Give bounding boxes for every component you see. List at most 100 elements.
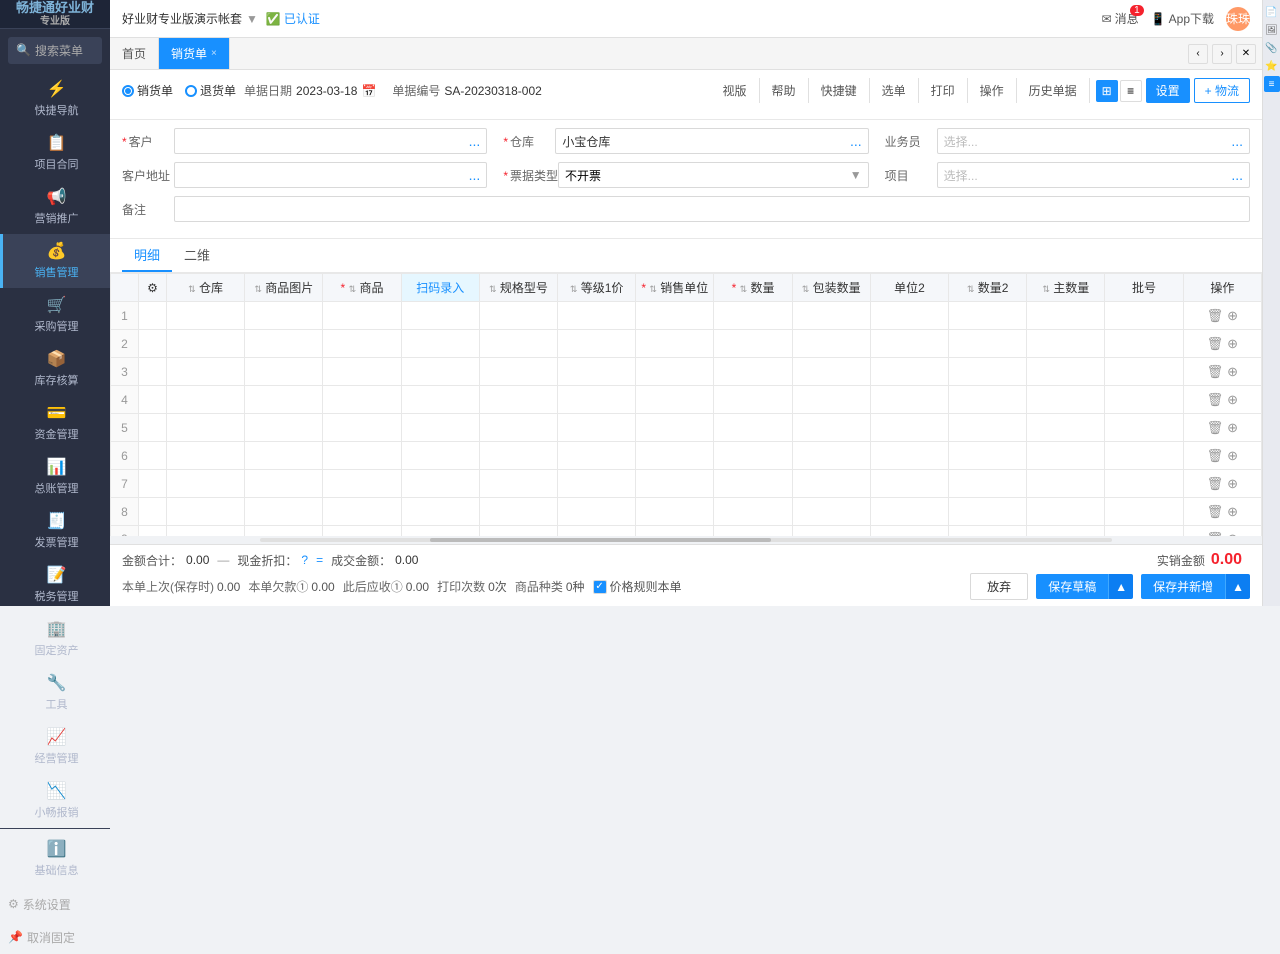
calendar-icon[interactable]: 📅 xyxy=(361,84,376,98)
sidebar-search[interactable]: 🔍 搜索菜单 xyxy=(0,29,110,72)
copy-icon[interactable]: ⊕ xyxy=(1227,476,1238,492)
customer-picker-btn[interactable]: ... xyxy=(469,133,481,149)
view-btn[interactable]: 视版 xyxy=(717,78,753,103)
radio-return-order[interactable]: 退货单 xyxy=(185,82,236,99)
row-actions[interactable]: 🗑⊕ xyxy=(1183,526,1261,537)
app-download-btn[interactable]: 📱 App下载 xyxy=(1151,10,1214,27)
tab-detail[interactable]: 明细 xyxy=(122,239,172,272)
save-new-arrow-btn[interactable]: ▲ xyxy=(1225,574,1250,599)
select-btn[interactable]: 选单 xyxy=(876,78,912,103)
list-view-btn[interactable]: ≡ xyxy=(1120,80,1142,102)
settings-btn[interactable]: 设置 xyxy=(1146,78,1190,103)
sidebar-item-basic-info[interactable]: ℹ️ 基础信息 xyxy=(0,829,110,888)
tab-home[interactable]: 首页 xyxy=(110,38,159,69)
row-actions[interactable]: 🗑⊕ xyxy=(1183,442,1261,470)
grid-view-btn[interactable]: ⊞ xyxy=(1096,80,1118,102)
delete-icon[interactable]: 🗑 xyxy=(1207,308,1224,324)
tab-close-icon[interactable]: × xyxy=(211,48,217,59)
sidebar-item-quick-nav[interactable]: ⚡ 快捷导航 xyxy=(0,72,110,126)
copy-icon[interactable]: ⊕ xyxy=(1227,504,1238,520)
delete-icon[interactable]: 🗑 xyxy=(1207,420,1224,436)
row-actions[interactable]: 🗑⊕ xyxy=(1183,470,1261,498)
save-new-btn[interactable]: 保存并新增 xyxy=(1141,574,1225,599)
address-picker-btn[interactable]: ... xyxy=(469,167,481,183)
project-picker-btn[interactable]: ... xyxy=(1231,167,1243,183)
sort-icon9: ⇅ xyxy=(967,284,975,294)
sidebar-item-operations[interactable]: 📈 经营管理 xyxy=(0,720,110,774)
right-panel-icon-3[interactable]: 📎 xyxy=(1264,40,1280,56)
right-panel-icon-4[interactable]: ⭐ xyxy=(1264,58,1280,74)
warehouse-picker-btn[interactable]: ... xyxy=(850,133,862,149)
project-input[interactable]: 选择... ... xyxy=(937,162,1250,188)
delete-icon[interactable]: 🗑 xyxy=(1207,504,1224,520)
salesman-input[interactable]: 选择... ... xyxy=(937,128,1250,154)
customer-input[interactable]: ... xyxy=(174,128,487,154)
right-panel-icon-1[interactable]: 📄 xyxy=(1264,4,1280,20)
radio-sale-order[interactable]: 销货单 xyxy=(122,82,173,99)
sidebar-item-settings[interactable]: ⚙ 系统设置 xyxy=(0,888,110,921)
help-btn[interactable]: 帮助 xyxy=(766,78,802,103)
copy-icon[interactable]: ⊕ xyxy=(1227,364,1238,380)
tab-sale-order[interactable]: 销货单 × xyxy=(159,38,230,69)
copy-icon[interactable]: ⊕ xyxy=(1227,448,1238,464)
tab-2d[interactable]: 二维 xyxy=(172,239,222,272)
price-check-checkbox[interactable] xyxy=(593,580,607,594)
invoice-type-select[interactable]: 不开票 ▼ xyxy=(558,162,869,188)
delete-icon[interactable]: 🗑 xyxy=(1207,392,1224,408)
right-panel-icon-5[interactable]: ≡ xyxy=(1264,76,1280,92)
sidebar-item-cancel-pin[interactable]: 📌 取消固定 xyxy=(0,921,110,954)
sidebar-item-funds[interactable]: 💳 资金管理 xyxy=(0,396,110,450)
copy-icon[interactable]: ⊕ xyxy=(1227,392,1238,408)
save-draft-arrow-btn[interactable]: ▲ xyxy=(1108,574,1133,599)
warehouse-input[interactable]: 小宝仓库 ... xyxy=(555,128,868,154)
salesman-picker-btn[interactable]: ... xyxy=(1231,133,1243,149)
row-actions[interactable]: 🗑⊕ xyxy=(1183,414,1261,442)
tab-close-btn[interactable]: ✕ xyxy=(1236,44,1256,64)
copy-icon[interactable]: ⊕ xyxy=(1227,420,1238,436)
operation-btn[interactable]: 操作 xyxy=(974,78,1010,103)
sidebar-item-marketing[interactable]: 📢 营销推广 xyxy=(0,180,110,234)
sidebar-item-reports[interactable]: 📉 小畅报销 xyxy=(0,774,110,828)
search-button[interactable]: 🔍 搜索菜单 xyxy=(8,37,102,64)
sidebar-item-sales[interactable]: 💰 销售管理 xyxy=(0,234,110,288)
row-actions[interactable]: 🗑⊕ xyxy=(1183,302,1261,330)
sidebar-item-purchase[interactable]: 🛒 采购管理 xyxy=(0,288,110,342)
sidebar-item-project[interactable]: 📋 项目合同 xyxy=(0,126,110,180)
row-actions[interactable]: 🗑⊕ xyxy=(1183,358,1261,386)
print-btn[interactable]: 打印 xyxy=(925,78,961,103)
delete-icon[interactable]: 🗑 xyxy=(1207,476,1224,492)
help-icon[interactable]: ? xyxy=(301,553,308,567)
address-input[interactable]: ... xyxy=(174,162,487,188)
save-draft-btn[interactable]: 保存草稿 xyxy=(1036,574,1108,599)
tab-prev-btn[interactable]: ‹ xyxy=(1188,44,1208,64)
scroll-track[interactable] xyxy=(260,538,1112,542)
scroll-thumb[interactable] xyxy=(430,538,771,542)
logistics-btn[interactable]: + 物流 xyxy=(1194,78,1250,103)
row-actions[interactable]: 🗑⊕ xyxy=(1183,386,1261,414)
copy-icon[interactable]: ⊕ xyxy=(1227,336,1238,352)
copy-icon[interactable]: ⊕ xyxy=(1227,308,1238,324)
col-settings[interactable]: ⚙ xyxy=(139,274,167,302)
row-actions[interactable]: 🗑⊕ xyxy=(1183,498,1261,526)
sidebar-item-inventory[interactable]: 📦 库存核算 xyxy=(0,342,110,396)
right-panel-icon-2[interactable]: 🖼 xyxy=(1264,22,1280,38)
tab-next-btn[interactable]: › xyxy=(1212,44,1232,64)
price-check[interactable]: 价格规则本单 xyxy=(593,578,682,595)
user-avatar[interactable]: 珠珠 xyxy=(1226,7,1250,31)
history-btn[interactable]: 历史单据 xyxy=(1023,78,1083,103)
col-barcode-scan[interactable]: 扫码录入 xyxy=(401,274,479,302)
sidebar-item-accounting[interactable]: 📊 总账管理 xyxy=(0,450,110,504)
delete-icon[interactable]: 🗑 xyxy=(1207,336,1224,352)
abandon-btn[interactable]: 放弃 xyxy=(970,573,1028,600)
remark-input[interactable] xyxy=(174,196,1250,222)
delete-icon[interactable]: 🗑 xyxy=(1207,448,1224,464)
sidebar-item-invoicing[interactable]: 🧾 发票管理 xyxy=(0,504,110,558)
sidebar-item-tools[interactable]: 🔧 工具 xyxy=(0,666,110,720)
delete-icon[interactable]: 🗑 xyxy=(1207,364,1224,380)
sidebar-item-tax[interactable]: 📝 税务管理 xyxy=(0,558,110,612)
company-selector[interactable]: 好业财专业版演示帐套 ▼ xyxy=(122,10,258,27)
shortcuts-btn[interactable]: 快捷键 xyxy=(815,78,863,103)
messages-btn[interactable]: ✉ 消息 1 xyxy=(1102,10,1139,27)
row-actions[interactable]: 🗑⊕ xyxy=(1183,330,1261,358)
sidebar-item-fixed-assets[interactable]: 🏢 固定资产 xyxy=(0,612,110,666)
